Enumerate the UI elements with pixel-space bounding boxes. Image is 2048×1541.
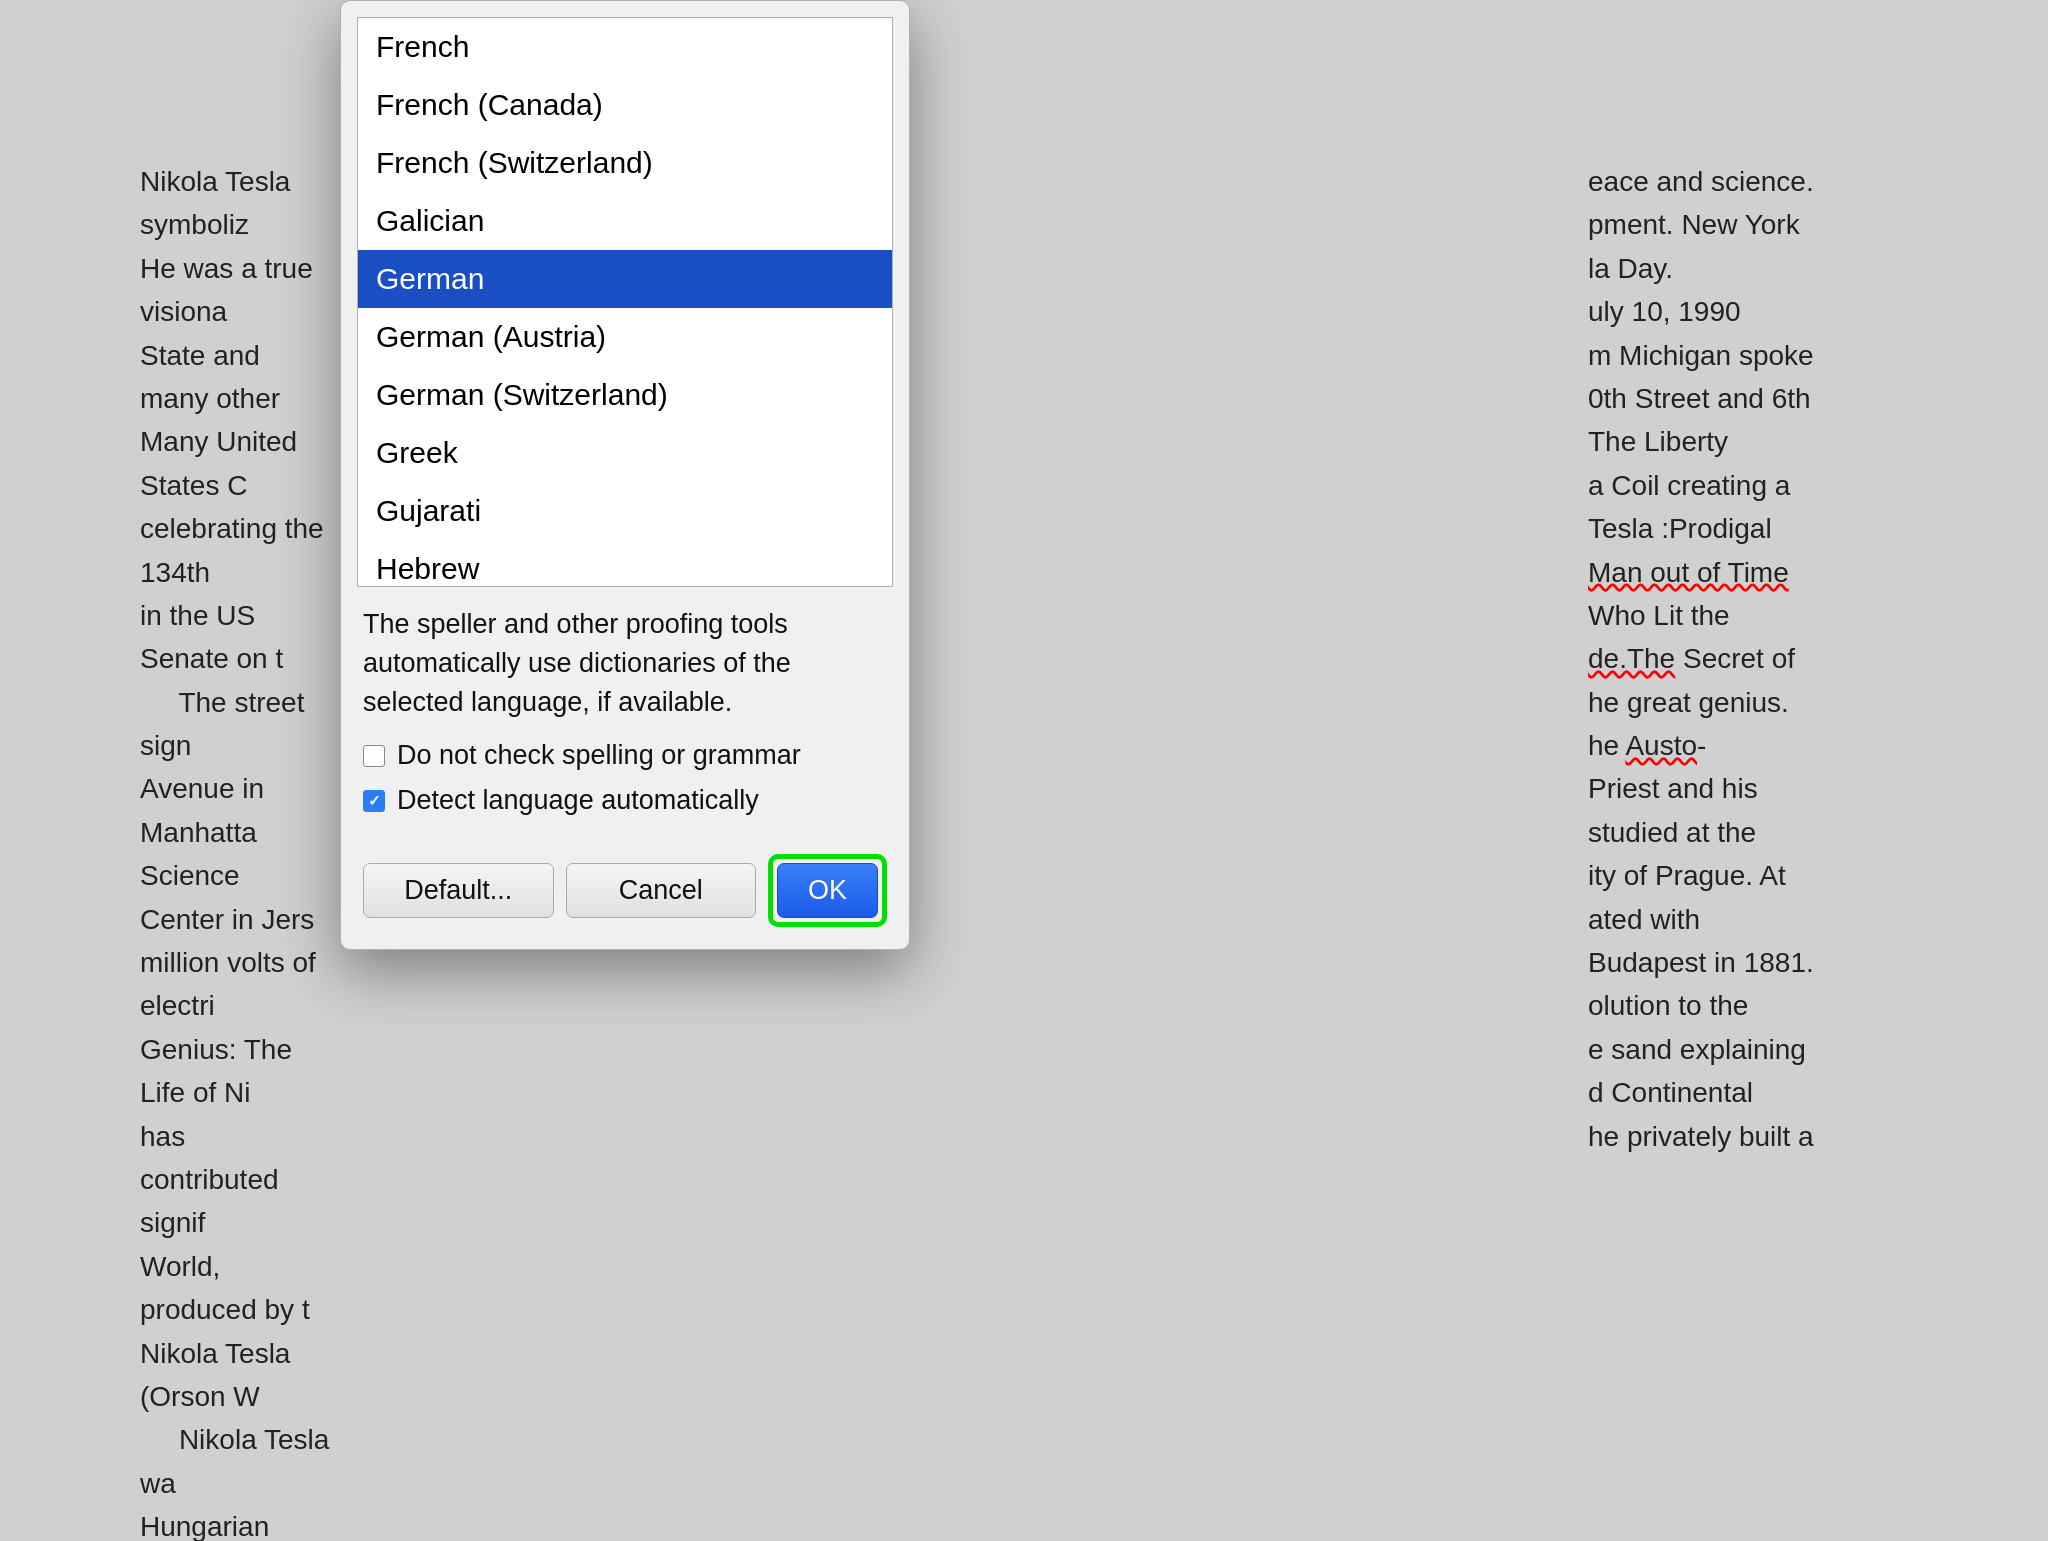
dialog-overlay: French French (Canada) French (Switzerla… [0, 0, 2048, 1541]
ok-highlight: OK [768, 854, 887, 927]
lang-greek[interactable]: Greek [358, 424, 892, 482]
ok-button[interactable]: OK [777, 863, 878, 918]
no-spell-check-checkbox[interactable] [363, 745, 385, 767]
language-dialog: French French (Canada) French (Switzerla… [340, 0, 910, 950]
lang-french-switzerland[interactable]: French (Switzerland) [358, 134, 892, 192]
lang-gujarati[interactable]: Gujarati [358, 482, 892, 540]
lang-galician[interactable]: Galician [358, 192, 892, 250]
lang-hebrew[interactable]: Hebrew [358, 540, 892, 587]
lang-german-austria[interactable]: German (Austria) [358, 308, 892, 366]
language-list[interactable]: French French (Canada) French (Switzerla… [357, 17, 893, 587]
detect-language-checkbox[interactable] [363, 790, 385, 812]
default-button[interactable]: Default... [363, 863, 554, 918]
no-spell-check-row[interactable]: Do not check spelling or grammar [363, 740, 887, 771]
lang-german-switzerland[interactable]: German (Switzerland) [358, 366, 892, 424]
detect-language-row[interactable]: Detect language automatically [363, 785, 887, 816]
no-spell-check-label: Do not check spelling or grammar [397, 740, 801, 771]
detect-language-label: Detect language automatically [397, 785, 759, 816]
lang-german[interactable]: German [358, 250, 892, 308]
dialog-description: The speller and other proofing tools aut… [341, 587, 909, 732]
lang-french-canada[interactable]: French (Canada) [358, 76, 892, 134]
cancel-button[interactable]: Cancel [566, 863, 757, 918]
checkbox-area: Do not check spelling or grammar Detect … [341, 732, 909, 844]
lang-french[interactable]: French [358, 18, 892, 76]
button-row: Default... Cancel OK [341, 844, 909, 949]
